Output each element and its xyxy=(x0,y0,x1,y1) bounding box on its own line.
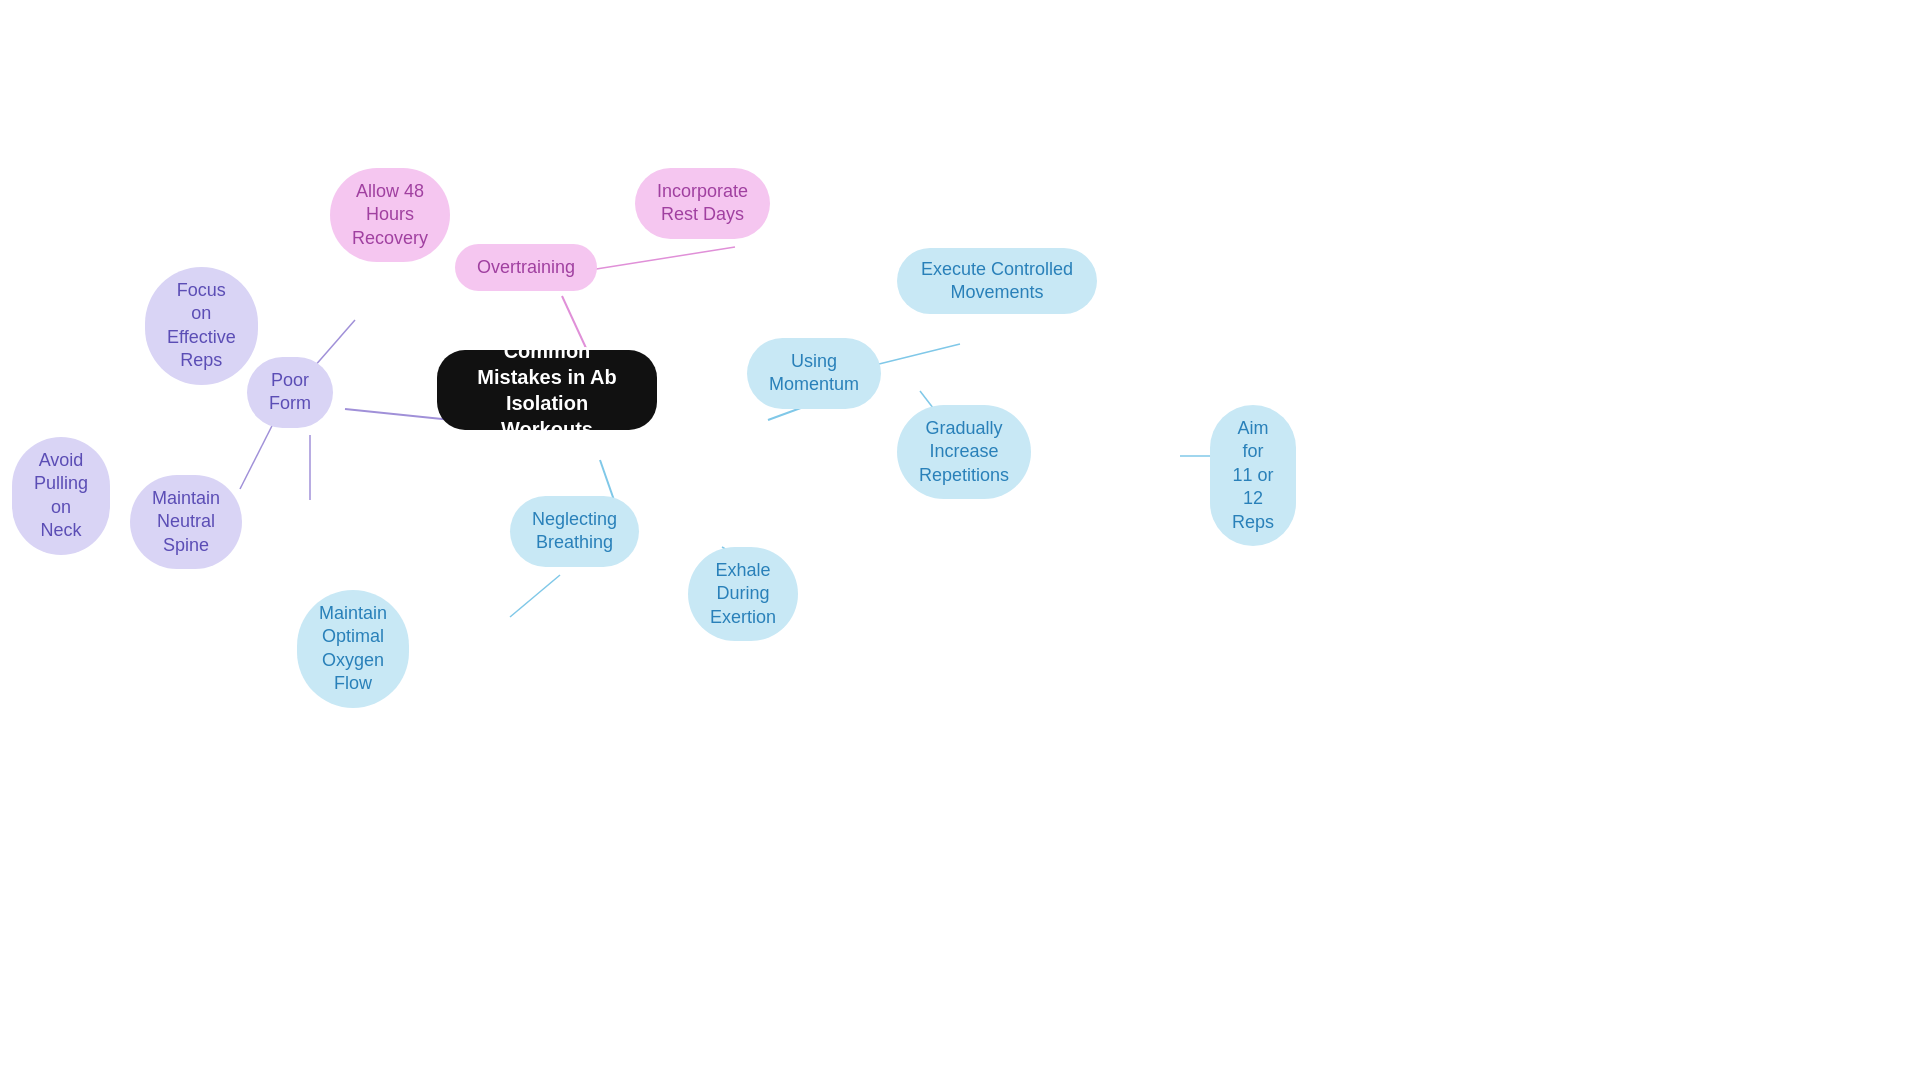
svg-line-10 xyxy=(510,575,560,617)
svg-line-0 xyxy=(562,296,610,400)
svg-line-5 xyxy=(590,247,735,270)
svg-line-4 xyxy=(508,247,510,270)
svg-line-2 xyxy=(600,460,622,523)
svg-line-12 xyxy=(920,391,970,456)
svg-line-9 xyxy=(722,547,760,570)
svg-line-3 xyxy=(768,391,847,420)
svg-line-11 xyxy=(875,344,960,365)
svg-line-7 xyxy=(240,410,280,489)
svg-line-1 xyxy=(345,409,548,430)
svg-line-6 xyxy=(300,320,355,383)
